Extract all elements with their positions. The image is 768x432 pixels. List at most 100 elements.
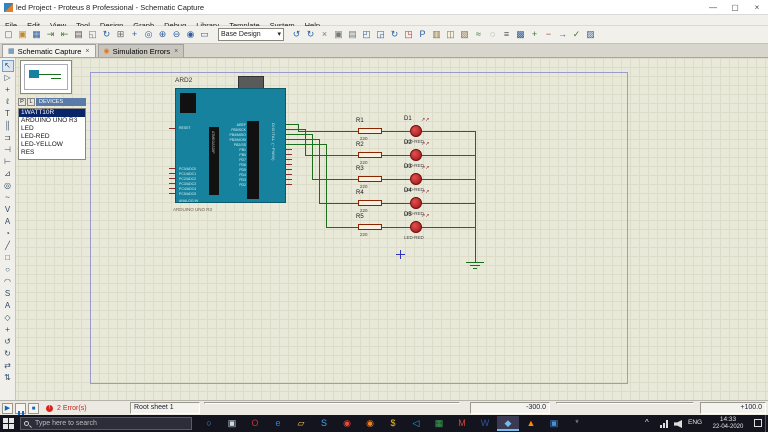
media-player-icon[interactable]: ▲ [520,416,542,431]
cortana-icon[interactable]: ○ [198,416,220,431]
speaker-icon[interactable] [674,420,682,428]
resistor-R2[interactable] [358,152,382,158]
led-D2[interactable] [410,149,422,161]
undo-icon[interactable]: ↺ [290,28,303,41]
make-device-icon[interactable]: ▥ [430,28,443,41]
word-icon[interactable]: W [474,416,496,431]
wire[interactable] [422,203,476,204]
chrome-browser-icon[interactable]: ◉ [336,416,358,431]
opera-browser-icon[interactable]: O [244,416,266,431]
close-tab-icon[interactable]: × [85,48,89,55]
block-copy-icon[interactable]: ◰ [360,28,373,41]
edge-browser-icon[interactable]: e [267,416,289,431]
pan-icon[interactable]: ◎ [142,28,155,41]
close-button[interactable]: × [746,0,768,15]
wire[interactable] [286,129,305,130]
wire[interactable] [326,227,358,228]
resistor-R1[interactable] [358,128,382,134]
action-center-icon[interactable] [754,419,762,427]
wire[interactable] [470,265,480,266]
schematic-canvas[interactable]: ARD2 ATMEGA328P AREF PB5/SCK PB4/MISO PB3/M… [0,58,768,400]
goto-sheet-icon[interactable]: → [556,28,569,41]
new-sheet-icon[interactable]: + [528,28,541,41]
packaging-tool-icon[interactable]: ◫ [444,28,457,41]
netlist-to-ares-icon[interactable]: ▨ [584,28,597,41]
block-delete-icon[interactable]: ◳ [402,28,415,41]
wire[interactable] [286,144,326,145]
show-desktop-strip[interactable] [765,415,766,432]
paste-icon[interactable]: ▤ [346,28,359,41]
refresh-display-icon[interactable]: ↻ [100,28,113,41]
led-D1[interactable] [410,125,422,137]
wire[interactable] [382,179,410,180]
cut-icon[interactable]: × [318,28,331,41]
wire[interactable] [473,268,477,269]
task-view-icon[interactable]: ▣ [221,416,243,431]
block-move-icon[interactable]: ◲ [374,28,387,41]
wire[interactable] [422,227,476,228]
block-rotate-icon[interactable]: ↻ [388,28,401,41]
payments-app-icon[interactable]: $ [382,416,404,431]
search-tag-icon[interactable]: ◌ [486,28,499,41]
proteus-app-icon[interactable]: ◆ [497,416,519,431]
import-section-icon[interactable]: ⇥ [44,28,57,41]
wire[interactable] [422,131,476,132]
origin-icon[interactable]: + [128,28,141,41]
skype-icon[interactable]: S [313,416,335,431]
minimize-button[interactable]: — [702,0,724,15]
wire[interactable] [286,139,319,140]
wire[interactable] [422,179,476,180]
firefox-browser-icon[interactable]: ◉ [359,416,381,431]
zoom-out-icon[interactable]: ⊖ [170,28,183,41]
stop-simulation-button[interactable]: ■ [28,403,39,414]
tab-schematic-capture[interactable]: ▦ Schematic Capture × [2,44,96,57]
store-icon[interactable]: ▦ [428,416,450,431]
error-message[interactable]: 2 Error(s) [57,403,87,414]
led-D4[interactable] [410,197,422,209]
toggle-grid-icon[interactable]: ⊞ [114,28,127,41]
wire[interactable] [286,124,298,125]
wire[interactable] [382,131,410,132]
print-design-icon[interactable]: ▤ [72,28,85,41]
wire[interactable] [382,227,410,228]
zoom-in-icon[interactable]: ⊕ [156,28,169,41]
tab-simulation-errors[interactable]: ◉ Simulation Errors × [97,44,185,57]
resistor-R4[interactable] [358,200,382,206]
export-section-icon[interactable]: ⇤ [58,28,71,41]
telegram-icon[interactable]: ◁ [405,416,427,431]
remove-sheet-icon[interactable]: − [542,28,555,41]
wire[interactable] [312,134,313,180]
mail-app-icon[interactable]: M [451,416,473,431]
network-signal-icon[interactable] [660,419,670,428]
wire[interactable] [319,139,320,204]
photos-app-icon[interactable]: ▣ [543,416,565,431]
wire[interactable] [319,203,358,204]
resistor-R5[interactable] [358,224,382,230]
resistor-R3[interactable] [358,176,382,182]
wire[interactable] [382,155,410,156]
led-D5[interactable] [410,221,422,233]
wire[interactable] [298,131,358,132]
search-input[interactable]: Type here to search [20,417,192,430]
settings-app-icon[interactable]: * [566,416,588,431]
pick-device-icon[interactable]: P [416,28,429,41]
maximize-button[interactable]: ▢ [724,0,746,15]
play-simulation-button[interactable]: ▶ [2,403,13,414]
zoom-all-icon[interactable]: ◉ [184,28,197,41]
electrical-rule-check-icon[interactable]: ✓ [570,28,583,41]
new-project-icon[interactable]: ▢ [2,28,15,41]
language-indicator[interactable]: ENG [688,419,702,426]
open-project-icon[interactable]: ▣ [16,28,29,41]
copy-icon[interactable]: ▣ [332,28,345,41]
start-button[interactable] [3,418,14,429]
design-selector-dropdown[interactable]: Base Design ▾ [218,28,284,41]
property-assignment-icon[interactable]: ≡ [500,28,513,41]
wire[interactable] [286,134,312,135]
design-explorer-icon[interactable]: ▩ [514,28,527,41]
tray-chevron-up-icon[interactable]: ^ [645,418,649,427]
wire[interactable] [382,203,410,204]
wire[interactable] [326,144,327,228]
arduino-board[interactable]: ATMEGA328P AREF PB5/SCK PB4/MISO PB3/MOSI PB… [175,88,286,203]
save-project-icon[interactable]: ▦ [30,28,43,41]
close-tab-icon[interactable]: × [174,48,178,55]
